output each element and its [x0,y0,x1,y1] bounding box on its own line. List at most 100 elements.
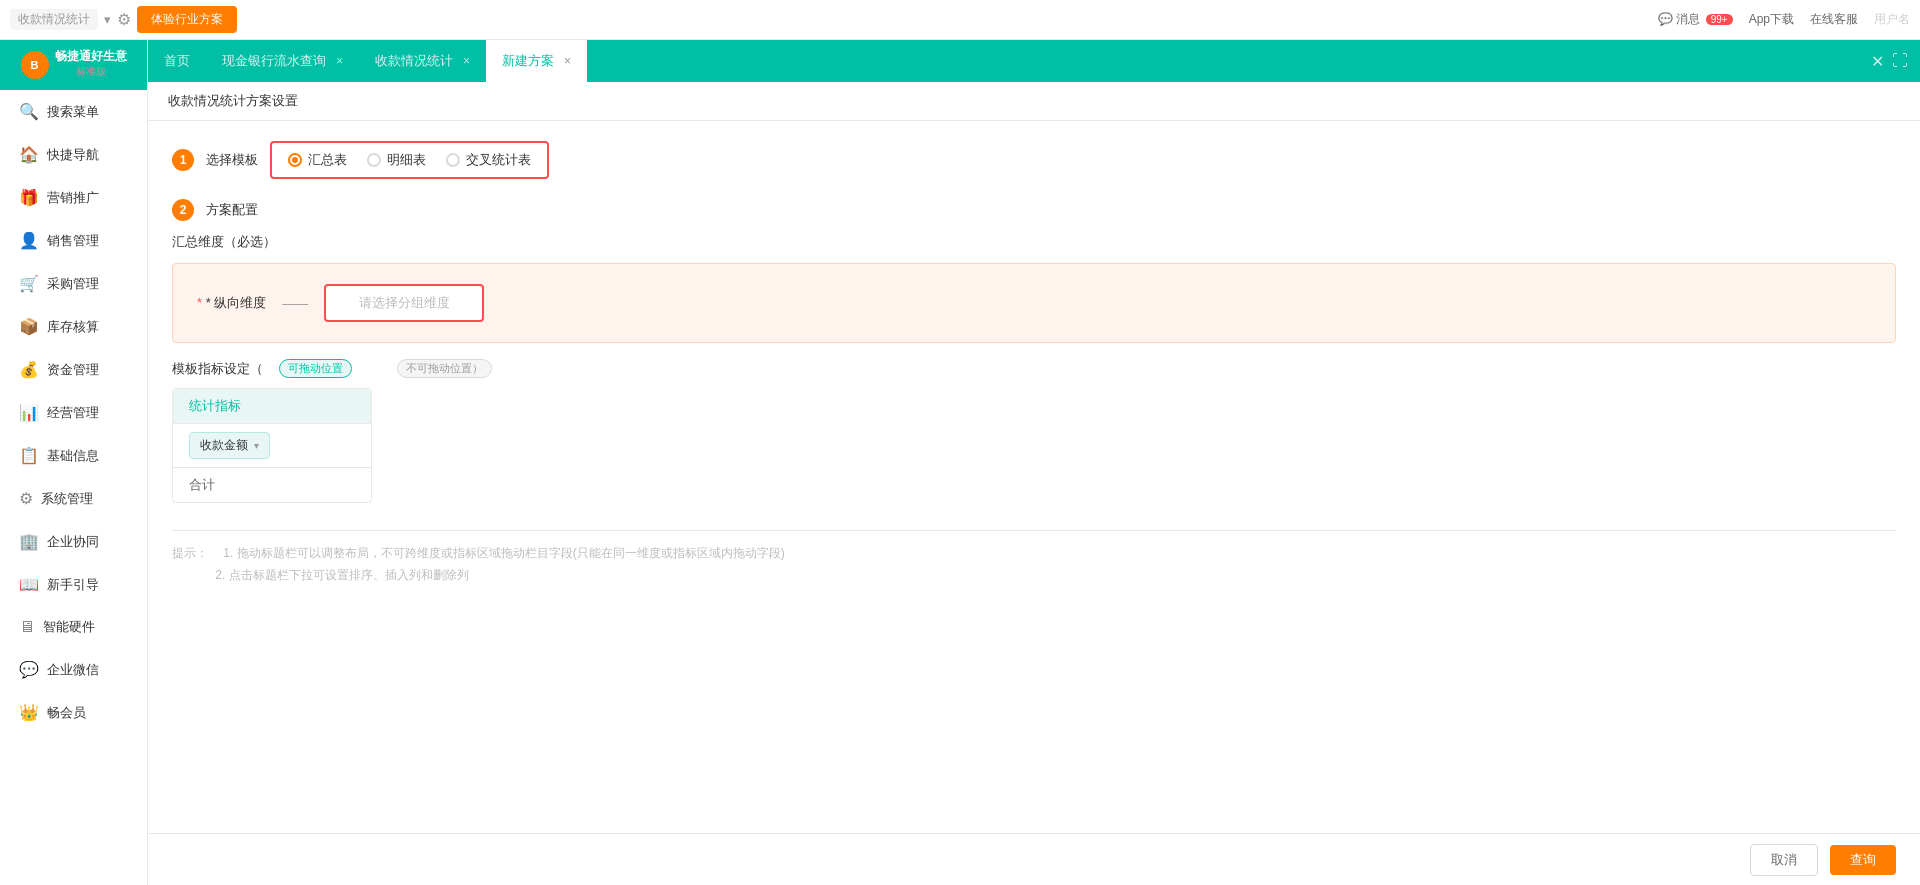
tab-receipt-close[interactable]: × [463,54,470,68]
radio-group: 汇总表 明细表 交叉统计表 [288,151,531,169]
tab-new-plan[interactable]: 新建方案 × [486,40,587,82]
sidebar-item-label: 销售管理 [47,232,99,250]
tip2-text: 2. 点击标题栏下拉可设置排序、插入列和删除列 [215,568,468,582]
tab-receipt-label: 收款情况统计 [375,52,453,70]
tab-receipt[interactable]: 收款情况统计 × [359,40,486,82]
message-label: 消息 [1676,12,1700,26]
tab-new-plan-label: 新建方案 [502,52,554,70]
sidebar-item-inventory[interactable]: 📦 库存核算 [0,305,147,348]
sidebar-item-hardware[interactable]: 🖥 智能硬件 [0,606,147,648]
cancel-button[interactable]: 取消 [1750,844,1818,876]
tab-new-plan-close[interactable]: × [564,54,571,68]
non-draggable-badge-text: 不可拖动位置） [406,362,483,374]
radio-detail-circle [367,153,381,167]
chevron-down-icon[interactable]: ▾ [104,12,111,27]
step1-badge: 1 [172,149,194,171]
radio-detail[interactable]: 明细表 [367,151,426,169]
message-area[interactable]: 💬 消息 99+ [1658,11,1733,28]
step1-label: 选择模板 [206,151,258,169]
search-icon: 🔍 [19,102,39,121]
sidebar-logo: B 畅捷通好生意 标准版 [0,40,147,90]
tips-section: 提示： 1. 拖动标题栏可以调整布局，不可跨维度或指标区域拖动栏目字段(只能在同… [172,530,1896,586]
sidebar-item-enterprise[interactable]: 🏢 企业协同 [0,520,147,563]
dropdown-icon: ▾ [254,440,259,451]
tip1: 提示： 1. 拖动标题栏可以调整布局，不可跨维度或指标区域拖动栏目字段(只能在同… [172,543,1896,565]
page-header: 收款情况统计方案设置 [148,82,1920,121]
sidebar-item-marketing[interactable]: 🎁 营销推广 [0,176,147,219]
sidebar-item-label: 搜索菜单 [47,103,99,121]
sidebar-item-label: 企业微信 [47,661,99,679]
tip1-text: 1. 拖动标题栏可以调整布局，不可跨维度或指标区域拖动栏目字段(只能在同一维度或… [223,546,784,560]
sidebar-item-guide[interactable]: 📖 新手引导 [0,563,147,606]
sidebar-item-member[interactable]: 👑 畅会员 [0,691,147,734]
form-section: 1 选择模板 汇总表 明细表 [148,121,1920,833]
step2-label: 方案配置 [206,201,258,219]
tab-bar: 首页 现金银行流水查询 × 收款情况统计 × 新建方案 × ✕ ⛶ [148,40,1920,82]
home-icon: 🏠 [19,145,39,164]
radio-cross[interactable]: 交叉统计表 [446,151,531,169]
indicator-tag-amount[interactable]: 收款金额 ▾ [189,432,270,459]
sidebar-item-label: 企业协同 [47,533,99,551]
sidebar-item-basic[interactable]: 📋 基础信息 [0,434,147,477]
trial-button[interactable]: 体验行业方案 [137,6,237,33]
monitor-icon: 🖥 [19,618,35,636]
radio-summary[interactable]: 汇总表 [288,151,347,169]
settings-icon[interactable]: ⚙ [117,10,131,29]
sidebar-item-search[interactable]: 🔍 搜索菜单 [0,90,147,133]
step2-row: 2 方案配置 [172,199,1896,221]
page-header-title: 收款情况统计方案设置 [168,93,298,108]
chat-icon: 💬 [19,660,39,679]
sidebar-item-label: 系统管理 [41,490,93,508]
step2-badge: 2 [172,199,194,221]
chart-icon: 📊 [19,403,39,422]
sidebar-item-sales[interactable]: 👤 销售管理 [0,219,147,262]
sidebar-item-label: 畅会员 [47,704,86,722]
sidebar-item-finance[interactable]: 💰 资金管理 [0,348,147,391]
sidebar-item-nav[interactable]: 🏠 快捷导航 [0,133,147,176]
radio-cross-circle [446,153,460,167]
sidebar-item-system[interactable]: ⚙ 系统管理 [0,477,147,520]
money-icon: 💰 [19,360,39,379]
radio-summary-circle [288,153,302,167]
tab-bank-label: 现金银行流水查询 [222,52,326,70]
logo-icon: B [21,51,49,79]
gift-icon: 🎁 [19,188,39,207]
arrow: —— [282,296,308,311]
sidebar-item-label: 新手引导 [47,576,99,594]
indicator-title-text: 模板指标设定（ [172,360,263,378]
indicator-table: 统计指标 收款金额 ▾ 合计 [172,388,372,503]
box-icon: 📦 [19,317,39,336]
query-button[interactable]: 查询 [1830,845,1896,875]
close-window-button[interactable]: ✕ [1871,52,1884,71]
radio-detail-label: 明细表 [387,151,426,169]
sidebar-item-label: 资金管理 [47,361,99,379]
dimension-select[interactable]: 请选择分组维度 [324,284,484,322]
page-content: 收款情况统计方案设置 1 选择模板 汇总表 [148,82,1920,833]
step1-row: 1 选择模板 汇总表 明细表 [172,141,1896,179]
person-icon: 👤 [19,231,39,250]
dimension-area: * * 纵向维度 —— 请选择分组维度 [172,263,1896,343]
indicator-header: 模板指标设定（ 可拖动位置 不可拖动位置） [172,359,1896,378]
tab-bank[interactable]: 现金银行流水查询 × [206,40,359,82]
sidebar-item-purchase[interactable]: 🛒 采购管理 [0,262,147,305]
sidebar-item-operation[interactable]: 📊 经营管理 [0,391,147,434]
service-link[interactable]: 在线客服 [1810,11,1858,28]
download-link[interactable]: App下载 [1749,11,1794,28]
tip-label: 提示： [172,546,220,560]
indicator-table-header: 统计指标 [173,389,371,423]
sidebar-item-wechat[interactable]: 💬 企业微信 [0,648,147,691]
header-left: 收款情况统计 ▾ ⚙ 体验行业方案 [10,6,1650,33]
tab-bank-close[interactable]: × [336,54,343,68]
gear-icon: ⚙ [19,489,33,508]
draggable-badge: 可拖动位置 [279,359,352,378]
indicator-table-row: 收款金额 ▾ [173,423,371,467]
breadcrumb: 收款情况统计 [10,9,98,30]
expand-window-button[interactable]: ⛶ [1892,52,1908,70]
tab-home[interactable]: 首页 [148,40,206,82]
user-name[interactable]: 用户名 [1874,11,1910,28]
indicator-title-sep [368,360,381,378]
indicator-subtotal: 合计 [173,467,371,502]
tab-bar-actions: ✕ ⛶ [1871,52,1920,71]
header-right: 💬 消息 99+ App下载 在线客服 用户名 [1658,11,1910,28]
logo-text: 畅捷通好生意 [55,48,127,65]
